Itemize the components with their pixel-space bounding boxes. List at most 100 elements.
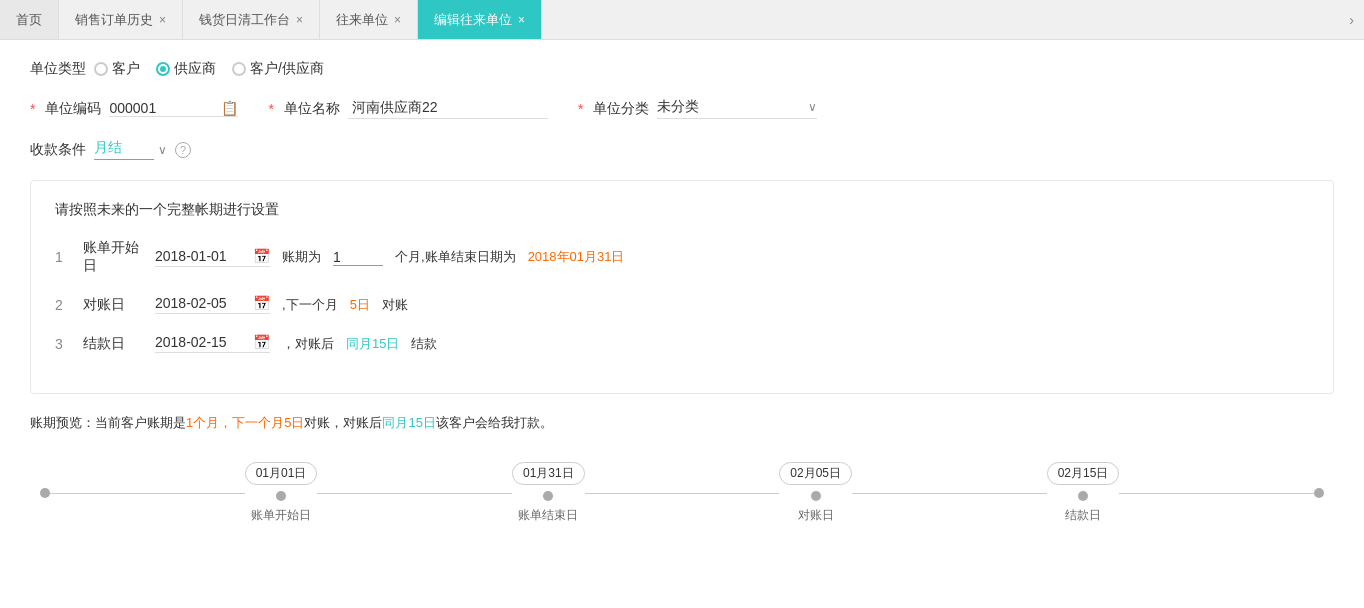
month-input[interactable] xyxy=(333,249,383,265)
period-suffix-3-pre: ，对账后 xyxy=(282,335,334,353)
period-end-date-1: 2018年01月31日 xyxy=(528,248,625,266)
tl-label-3: 对账日 xyxy=(798,507,834,524)
unit-code-label: 单位编码 xyxy=(45,100,101,118)
tab-sales-history-label: 销售订单历史 xyxy=(75,11,153,29)
period-num-2: 2 xyxy=(55,297,71,313)
tab-sales-history[interactable]: 销售订单历史 × xyxy=(59,0,183,39)
tl-node-2: 01月31日 账单结束日 xyxy=(512,462,585,524)
unit-type-label: 单位类型 xyxy=(30,60,86,78)
radio-circle-customer xyxy=(94,62,108,76)
period-num-3: 3 xyxy=(55,336,71,352)
unit-category-value: 未分类 xyxy=(657,98,699,116)
tl-badge-4: 02月15日 xyxy=(1047,462,1120,485)
period-date-3: 📅 xyxy=(155,334,270,353)
payment-condition-label: 收款条件 xyxy=(30,141,86,159)
radio-both-label: 客户/供应商 xyxy=(250,60,324,78)
tab-cash-work-label: 钱货日清工作台 xyxy=(199,11,290,29)
radio-customer[interactable]: 客户 xyxy=(94,60,140,78)
unit-name-label: 单位名称 xyxy=(284,100,340,118)
tl-dot-3 xyxy=(811,491,821,501)
unit-type-row: 单位类型 客户 供应商 客户/供应商 xyxy=(30,60,1334,78)
tab-home[interactable]: 首页 xyxy=(0,0,59,39)
preview-payment: 同月15日 xyxy=(382,415,435,430)
payment-select-wrap[interactable]: 月结 ∨ xyxy=(94,139,167,160)
radio-circle-supplier xyxy=(156,62,170,76)
close-edit-partner[interactable]: × xyxy=(518,13,525,27)
close-partner[interactable]: × xyxy=(394,13,401,27)
tl-line-0 xyxy=(50,493,245,494)
tl-label-1: 账单开始日 xyxy=(251,507,311,524)
payment-condition-group: 收款条件 月结 ∨ ? xyxy=(30,139,191,160)
radio-circle-both xyxy=(232,62,246,76)
payment-condition-row: 收款条件 月结 ∨ ? xyxy=(30,139,1334,160)
tl-node-3: 02月05日 对账日 xyxy=(779,462,852,524)
main-content: 单位类型 客户 供应商 客户/供应商 * 单位编码 xyxy=(0,40,1364,608)
tl-dot-1 xyxy=(276,491,286,501)
radio-supplier-label: 供应商 xyxy=(174,60,216,78)
preview-reconcile: 下一个月5日 xyxy=(232,415,304,430)
period-field-2: 对账日 xyxy=(83,296,143,314)
unit-code-icon[interactable]: 📋 xyxy=(221,100,238,116)
period-date-1: 📅 xyxy=(155,248,270,267)
tab-partner[interactable]: 往来单位 × xyxy=(320,0,418,39)
period-calendar-3[interactable]: 📅 xyxy=(253,334,270,350)
period-date-2: 📅 xyxy=(155,295,270,314)
period-field-1: 账单开始日 xyxy=(83,239,143,275)
period-suffix-2-highlight: 5日 xyxy=(350,296,370,314)
period-suffix-3-highlight: 同月15日 xyxy=(346,335,399,353)
timeline-line: 01月01日 账单开始日 01月31日 账单结束日 02月05日 对账日 0 xyxy=(40,462,1324,524)
unit-type-group: 单位类型 客户 供应商 客户/供应商 xyxy=(30,60,324,78)
tl-end-circle xyxy=(1314,488,1324,498)
tl-badge-1: 01月01日 xyxy=(245,462,318,485)
period-num-1: 1 xyxy=(55,249,71,265)
tab-edit-partner[interactable]: 编辑往来单位 × xyxy=(418,0,542,39)
tl-end-dot xyxy=(1314,488,1324,498)
tl-line-1 xyxy=(317,493,512,494)
payment-condition-value: 月结 xyxy=(94,139,154,160)
tab-more-icon: › xyxy=(1349,12,1354,28)
tl-dot-2 xyxy=(543,491,553,501)
unit-category-group: * 单位分类 未分类 ∨ xyxy=(578,98,817,119)
tl-line-3 xyxy=(852,493,1047,494)
close-sales-history[interactable]: × xyxy=(159,13,166,27)
tl-label-2: 账单结束日 xyxy=(518,507,578,524)
close-cash-work[interactable]: × xyxy=(296,13,303,27)
tab-more-button[interactable]: › xyxy=(1339,0,1364,39)
unit-category-label: 单位分类 xyxy=(593,100,649,118)
unit-code-wrap: 📋 xyxy=(109,100,238,117)
period-suffix-3-post: 结款 xyxy=(411,335,437,353)
tl-start-dot xyxy=(40,488,50,498)
period-suffix-2-post: 对账 xyxy=(382,296,408,314)
period-suffix-2-pre: ,下一个月 xyxy=(282,296,338,314)
period-field-3: 结款日 xyxy=(83,335,143,353)
tl-dot-4 xyxy=(1078,491,1088,501)
payment-help-icon[interactable]: ? xyxy=(175,142,191,158)
period-date-input-1[interactable] xyxy=(155,248,245,264)
tab-cash-work[interactable]: 钱货日清工作台 × xyxy=(183,0,320,39)
period-calendar-2[interactable]: 📅 xyxy=(253,295,270,311)
unit-type-radios: 客户 供应商 客户/供应商 xyxy=(94,60,324,78)
period-calendar-1[interactable]: 📅 xyxy=(253,248,270,264)
month-input-wrap xyxy=(333,249,383,266)
unit-code-required: * xyxy=(30,101,35,117)
unit-code-input[interactable] xyxy=(109,100,209,116)
preview-mid: 对账，对账后 xyxy=(304,415,382,430)
unit-category-select[interactable]: 未分类 ∨ xyxy=(657,98,817,119)
tl-label-4: 结款日 xyxy=(1065,507,1101,524)
payment-condition-arrow: ∨ xyxy=(158,143,167,157)
tl-node-1: 01月01日 账单开始日 xyxy=(245,462,318,524)
tl-line-2 xyxy=(585,493,780,494)
tl-node-4: 02月15日 结款日 xyxy=(1047,462,1120,524)
tl-start-circle xyxy=(40,488,50,498)
unit-name-input[interactable] xyxy=(348,98,548,119)
period-box: 请按照未来的一个完整帐期进行设置 1 账单开始日 📅 账期为 个月,账单结束日期… xyxy=(30,180,1334,394)
tl-badge-2: 01月31日 xyxy=(512,462,585,485)
period-date-input-2[interactable] xyxy=(155,295,245,311)
radio-both[interactable]: 客户/供应商 xyxy=(232,60,324,78)
period-date-input-3[interactable] xyxy=(155,334,245,350)
tab-edit-partner-label: 编辑往来单位 xyxy=(434,11,512,29)
period-row-2: 2 对账日 📅 ,下一个月 5日 对账 xyxy=(55,295,1309,314)
timeline: 01月01日 账单开始日 01月31日 账单结束日 02月05日 对账日 0 xyxy=(30,462,1334,524)
radio-customer-label: 客户 xyxy=(112,60,140,78)
radio-supplier[interactable]: 供应商 xyxy=(156,60,216,78)
